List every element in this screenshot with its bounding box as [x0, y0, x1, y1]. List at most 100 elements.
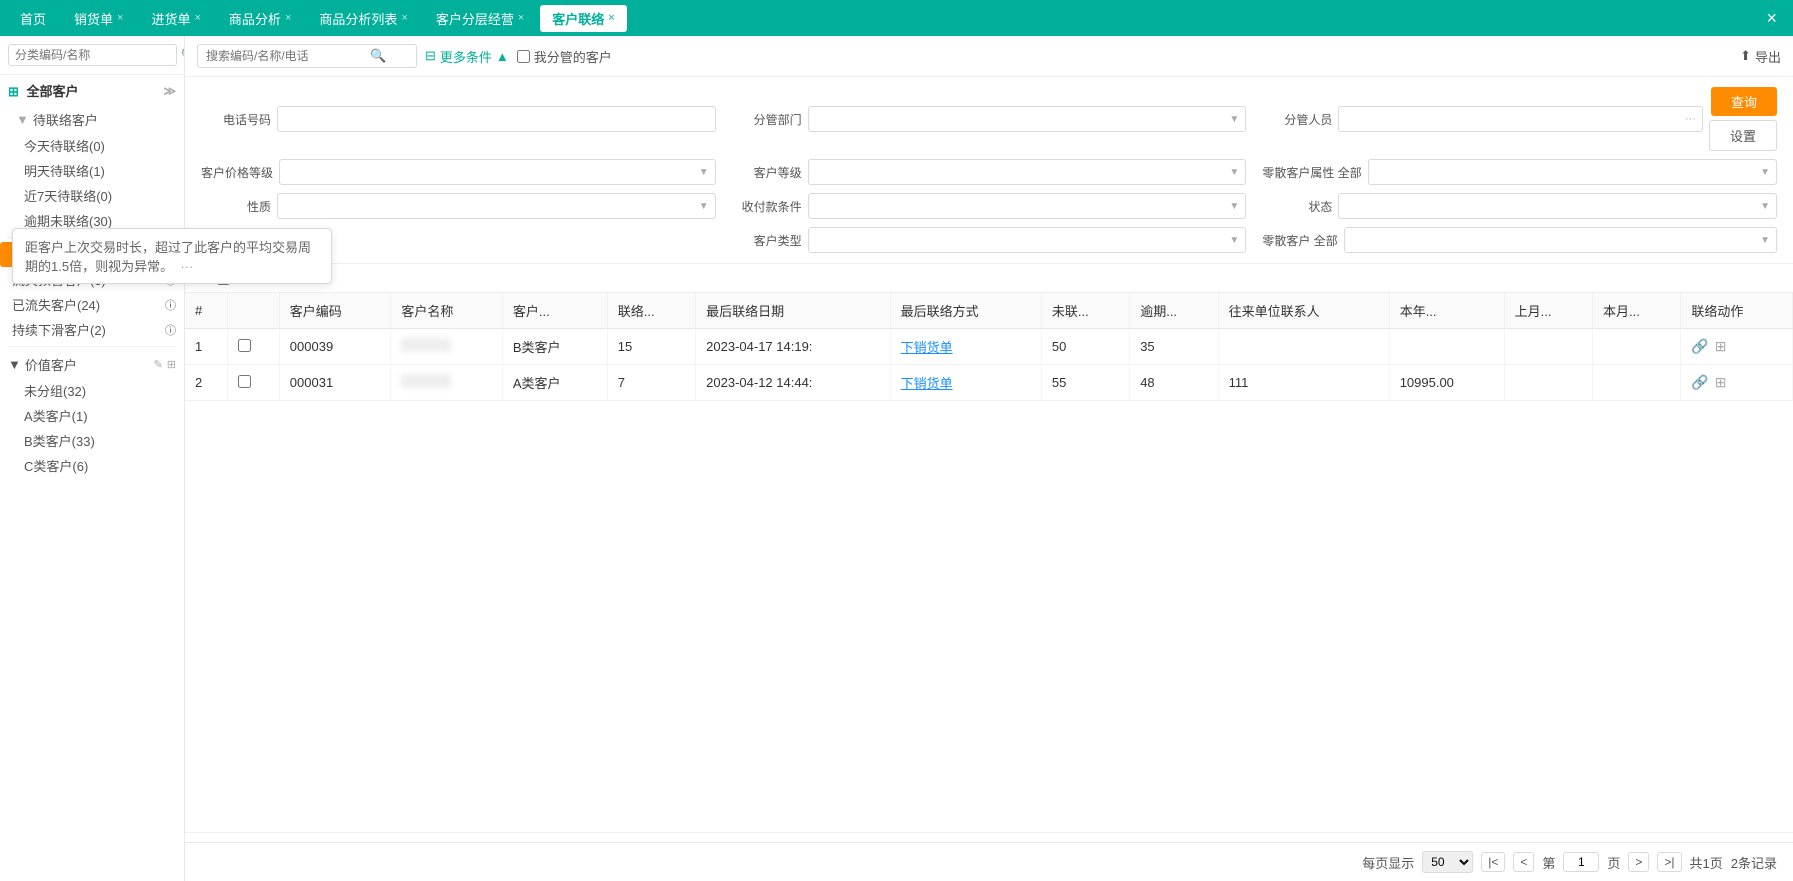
arrow-down-icon: ▼ [16, 112, 29, 127]
more-conditions-button[interactable]: ⊟ 更多条件 ▲ [425, 47, 509, 66]
close-customer-contact-icon[interactable]: × [608, 12, 614, 24]
main-search-icon[interactable]: 🔍 [370, 48, 386, 64]
chevron-down-icon2: ▼ [699, 167, 709, 178]
col-overdue: 逾期... [1130, 293, 1218, 329]
table-row: 2 000031 A类客户 7 2023-04-12 14:44: 下销货单 5… [185, 365, 1793, 401]
col-company-contact: 往来单位联系人 [1218, 293, 1389, 329]
sidebar-item-tomorrow[interactable]: 明天待联络(1) [0, 158, 184, 183]
close-analysis-icon[interactable]: × [285, 12, 291, 24]
filter-retail-attr-select[interactable]: ▼ [1368, 159, 1777, 185]
nav-sales[interactable]: 销货单 × [62, 5, 135, 32]
data-table: # 客户编码 客户名称 客户... 联络... [185, 293, 1793, 401]
filter-price-level-select[interactable]: ▼ [279, 159, 716, 185]
cell-category: B类客户 [502, 329, 607, 365]
nav-customer-contact[interactable]: 客户联络 × [540, 5, 626, 32]
filter-retail-customer-select[interactable]: ▼ [1344, 227, 1777, 253]
action-qr-icon[interactable]: ⊞ [1715, 338, 1727, 355]
sidebar-all-customers[interactable]: ⊞ 全部客户 ≫ [0, 75, 184, 106]
close-purchase-icon[interactable]: × [194, 12, 200, 24]
chevron-down-icon5: ▼ [699, 201, 709, 212]
search-box: 🔍 [197, 44, 417, 68]
prev-page-button[interactable]: < [1513, 852, 1534, 872]
sidebar-value-group-title[interactable]: ▼ 价值客户 ✎ ⊞ [0, 351, 184, 378]
close-analysis-list-icon[interactable]: × [401, 12, 407, 24]
page-input[interactable] [1563, 852, 1599, 872]
sidebar: 🔍 ⊞ 全部客户 ≫ ▼ 待联络客户 今天待联络(0) 明天待联络(1) 近7天… [0, 36, 185, 881]
col-idx: # [185, 293, 227, 329]
filter-customer-level-select[interactable]: ▼ [808, 159, 1247, 185]
cell-checkbox[interactable] [227, 365, 279, 401]
close-sales-icon[interactable]: × [117, 12, 123, 24]
my-customers-checkbox[interactable] [517, 50, 530, 63]
filter-customer-type-select[interactable]: ▼ [808, 227, 1247, 253]
action-link-icon[interactable]: 🔗 [1691, 374, 1708, 391]
cell-last-contact-type[interactable]: 下销货单 [890, 329, 1041, 365]
horizontal-scrollbar[interactable] [185, 832, 1793, 842]
nav-home[interactable]: 首页 [8, 5, 58, 32]
sidebar-item-c-class[interactable]: C类客户(6) [0, 453, 184, 478]
ellipsis-icon: ··· [1685, 113, 1696, 125]
sidebar-item-b-class[interactable]: B类客户(33) [0, 428, 184, 453]
filter-dept-label: 分管部门 [732, 111, 802, 128]
table-row: 1 000039 B类客户 15 2023-04-17 14:19: 下销货单 … [185, 329, 1793, 365]
nav-analysis[interactable]: 商品分析 × [217, 5, 303, 32]
sidebar-group-pending[interactable]: ▼ 待联络客户 [0, 106, 184, 133]
action-qr-icon[interactable]: ⊞ [1715, 374, 1727, 391]
cell-last-contact-date: 2023-04-12 14:44: [696, 365, 890, 401]
cell-last-contact-date: 2023-04-17 14:19: [696, 329, 890, 365]
action-link-icon[interactable]: 🔗 [1691, 338, 1708, 355]
chevron-down-icon4: ▼ [1760, 167, 1770, 178]
cell-company-contact [1218, 329, 1389, 365]
filter-customer-level: 客户等级 ▼ [732, 159, 1247, 185]
cell-contact-count: 15 [607, 329, 695, 365]
filter-nature: 性质 ▼ [201, 193, 716, 219]
nav-customer-seg[interactable]: 客户分层经营 × [424, 5, 536, 32]
filter-phone-input[interactable] [277, 106, 716, 132]
filter-payment-select[interactable]: ▼ [808, 193, 1247, 219]
filter-nature-label: 性质 [201, 198, 271, 215]
sidebar-item-7days[interactable]: 近7天待联络(0) [0, 183, 184, 208]
nav-purchase[interactable]: 进货单 × [139, 5, 212, 32]
nav-analysis-list[interactable]: 商品分析列表 × [307, 5, 419, 32]
page-size-select[interactable]: 50 100 200 [1422, 851, 1473, 873]
window-close-button[interactable]: × [1758, 8, 1785, 29]
filter-customer-type: 客户类型 ▼ [732, 227, 1247, 253]
next-page-button[interactable]: > [1628, 852, 1649, 872]
filter-nature-select[interactable]: ▼ [277, 193, 716, 219]
filter-phone: 电话号码 [201, 87, 716, 151]
filter-manager-select[interactable]: ··· [1338, 106, 1703, 132]
chevron-up-icon: ▲ [496, 49, 509, 64]
sidebar-search-input[interactable] [8, 44, 177, 66]
cell-checkbox[interactable] [227, 329, 279, 365]
first-page-button[interactable]: |< [1481, 852, 1505, 872]
chevron-down-icon3: ▼ [1229, 167, 1239, 178]
tooltip-more-icon[interactable]: ··· [180, 259, 193, 274]
sidebar-item-churned[interactable]: 已流失客户(24) ⓘ [0, 292, 184, 317]
cell-last-contact-type[interactable]: 下销货单 [890, 365, 1041, 401]
filter-bar: 🔍 ⊟ 更多条件 ▲ 我分管的客户 ⬆ 导出 [185, 36, 1793, 77]
settings-button[interactable]: 设置 [1709, 120, 1777, 151]
sidebar-item-a-class[interactable]: A类客户(1) [0, 403, 184, 428]
cell-action: 🔗 ⊞ [1681, 329, 1793, 365]
cell-idx: 2 [185, 365, 227, 401]
export-button[interactable]: ⬆ 导出 [1740, 47, 1781, 66]
close-customer-seg-icon[interactable]: × [518, 12, 524, 24]
filter-phone-label: 电话号码 [201, 111, 271, 128]
info-icon-declining: ⓘ [165, 322, 176, 338]
sidebar-item-ungroup[interactable]: 未分组(32) [0, 378, 184, 403]
chevron-down-icon7: ▼ [1760, 201, 1770, 212]
sidebar-item-today[interactable]: 今天待联络(0) [0, 133, 184, 158]
col-category: 客户... [502, 293, 607, 329]
filter-manager-label: 分管人员 [1262, 111, 1332, 128]
cell-this-month [1592, 365, 1680, 401]
cell-this-year: 10995.00 [1389, 365, 1504, 401]
main-search-input[interactable] [206, 49, 366, 63]
filter-status-select[interactable]: ▼ [1338, 193, 1777, 219]
filter-dept-select[interactable]: ▼ [808, 106, 1247, 132]
query-button[interactable]: 查询 [1711, 87, 1777, 116]
last-page-button[interactable]: >| [1657, 852, 1681, 872]
value-group-edit-icon[interactable]: ✎ [154, 358, 163, 371]
sidebar-item-declining[interactable]: 持续下滑客户(2) ⓘ [0, 317, 184, 342]
filter-price-level-label: 客户价格等级 [201, 164, 273, 181]
value-group-settings-icon[interactable]: ⊞ [167, 358, 176, 371]
